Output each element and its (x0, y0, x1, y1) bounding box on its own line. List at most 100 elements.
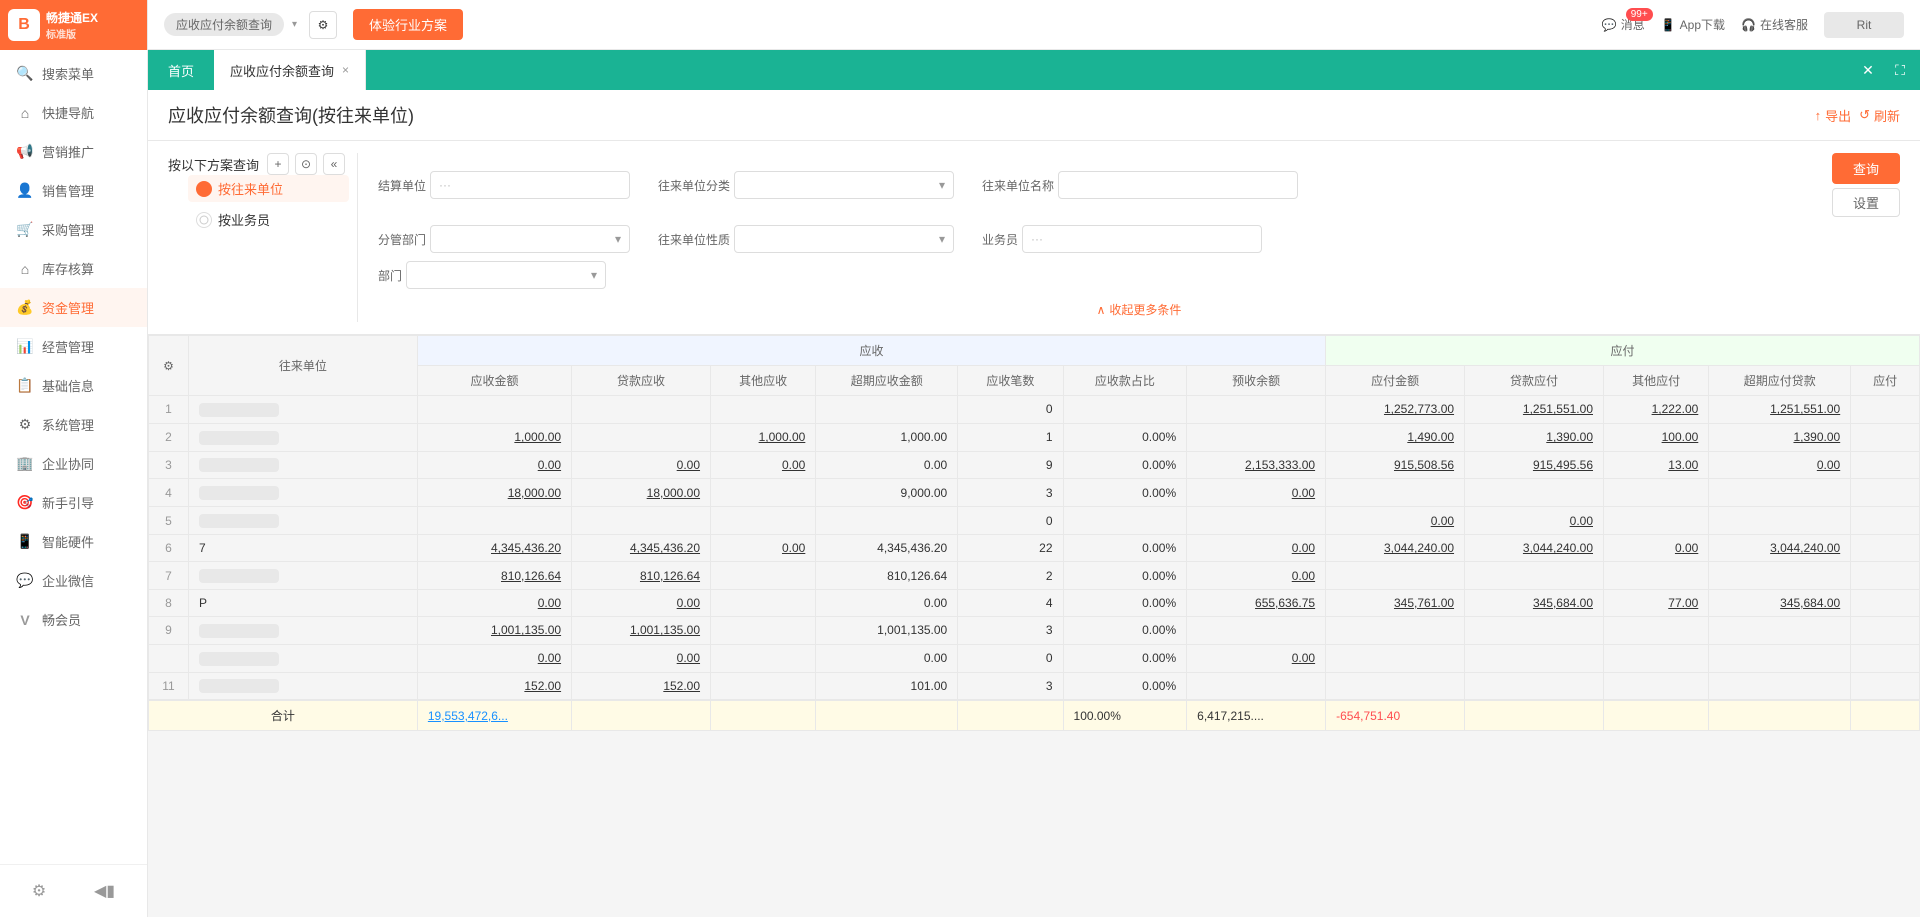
sidebar-item-marketing[interactable]: 📢 营销推广 (0, 132, 147, 171)
row-ar-loan[interactable]: 0.00 (572, 451, 711, 479)
app-download-button[interactable]: 📱 App下载 (1661, 16, 1725, 33)
sidebar-item-guide[interactable]: 🎯 新手引导 (0, 483, 147, 522)
dept-input[interactable]: ▾ (406, 261, 606, 289)
row-ap-amount[interactable] (1326, 616, 1465, 644)
row-ap-overdue[interactable] (1709, 562, 1851, 590)
total-ar-amount[interactable]: 19,553,472,6... (417, 700, 571, 731)
row-advance-balance[interactable]: 2,153,333.00 (1187, 451, 1326, 479)
row-ar-other[interactable] (711, 672, 816, 700)
row-ap-loan[interactable]: 1,251,551.00 (1465, 396, 1604, 424)
row-ar-amount[interactable]: 0.00 (417, 589, 571, 616)
row-ar-loan[interactable]: 0.00 (572, 644, 711, 672)
row-ar-other[interactable] (711, 589, 816, 616)
row-ap-overdue[interactable] (1709, 507, 1851, 535)
row-ar-other[interactable] (711, 396, 816, 424)
row-advance-balance[interactable] (1187, 396, 1326, 424)
row-ar-loan[interactable] (572, 423, 711, 451)
row-ap-other[interactable] (1604, 616, 1709, 644)
row-ar-loan[interactable] (572, 396, 711, 424)
row-advance-balance[interactable]: 655,636.75 (1187, 589, 1326, 616)
row-ap-amount[interactable]: 1,490.00 (1326, 423, 1465, 451)
row-ar-other[interactable] (711, 507, 816, 535)
row-ap-other[interactable] (1604, 672, 1709, 700)
sidebar-item-member[interactable]: V 畅会员 (0, 600, 147, 639)
filter-collapse-btn[interactable]: « (323, 153, 345, 175)
row-ap-other[interactable] (1604, 562, 1709, 590)
row-ar-other[interactable] (711, 479, 816, 507)
row-ar-amount[interactable] (417, 507, 571, 535)
row-ar-amount[interactable]: 152.00 (417, 672, 571, 700)
set-button[interactable]: 设置 (1832, 188, 1900, 217)
row-ap-other[interactable] (1604, 479, 1709, 507)
row-ap-amount[interactable]: 345,761.00 (1326, 589, 1465, 616)
partner-category-input[interactable]: ▾ (734, 171, 954, 199)
row-ar-other[interactable] (711, 616, 816, 644)
row-ar-amount[interactable]: 4,345,436.20 (417, 535, 571, 562)
row-advance-balance[interactable]: 0.00 (1187, 562, 1326, 590)
tab-maximize-btn[interactable]: ⛶ (1888, 58, 1912, 82)
row-ar-loan[interactable]: 1,001,135.00 (572, 616, 711, 644)
row-advance-balance[interactable] (1187, 616, 1326, 644)
filter-option-by-partner[interactable]: 按往来单位 (188, 175, 349, 202)
tab-close-btn[interactable]: × (342, 63, 349, 77)
row-advance-balance[interactable]: 0.00 (1187, 535, 1326, 562)
sidebar-item-operations[interactable]: 📊 经营管理 (0, 327, 147, 366)
tab-home[interactable]: 首页 (148, 50, 214, 90)
col-settings[interactable]: ⚙ (149, 336, 189, 396)
row-ap-overdue[interactable]: 1,251,551.00 (1709, 396, 1851, 424)
tab-close-window-btn[interactable]: ✕ (1856, 58, 1880, 82)
partner-name-input[interactable] (1058, 171, 1298, 199)
breadcrumb-chevron[interactable]: ▾ (292, 19, 297, 30)
settlement-unit-input[interactable]: ··· (430, 171, 630, 199)
row-ap-loan[interactable] (1465, 562, 1604, 590)
row-ar-other[interactable]: 1,000.00 (711, 423, 816, 451)
row-ap-overdue[interactable] (1709, 479, 1851, 507)
row-ap-other[interactable]: 1,222.00 (1604, 396, 1709, 424)
row-ap-loan[interactable]: 3,044,240.00 (1465, 535, 1604, 562)
row-ap-overdue[interactable] (1709, 644, 1851, 672)
row-ap-other[interactable]: 100.00 (1604, 423, 1709, 451)
row-ap-overdue[interactable]: 3,044,240.00 (1709, 535, 1851, 562)
row-ar-amount[interactable]: 1,000.00 (417, 423, 571, 451)
sidebar-item-quick-nav[interactable]: ⌂ 快捷导航 (0, 93, 147, 132)
row-ap-amount[interactable]: 915,508.56 (1326, 451, 1465, 479)
row-ap-overdue[interactable]: 345,684.00 (1709, 589, 1851, 616)
row-ap-loan[interactable] (1465, 616, 1604, 644)
sidebar-item-enterprise[interactable]: 🏢 企业协同 (0, 444, 147, 483)
filter-add-btn[interactable]: + (267, 153, 289, 175)
salesperson-input[interactable]: ··· (1022, 225, 1262, 253)
promo-button[interactable]: 体验行业方案 (353, 9, 463, 40)
row-ar-other[interactable]: 0.00 (711, 451, 816, 479)
sidebar-item-wechat[interactable]: 💬 企业微信 (0, 561, 147, 600)
table-settings-icon[interactable]: ⚙ (163, 359, 174, 373)
row-advance-balance[interactable] (1187, 507, 1326, 535)
sidebar-item-search-menu[interactable]: 🔍 搜索菜单 (0, 54, 147, 93)
row-ap-loan[interactable]: 345,684.00 (1465, 589, 1604, 616)
row-ar-loan[interactable]: 4,345,436.20 (572, 535, 711, 562)
filter-option-by-staff[interactable]: 按业务员 (188, 206, 349, 233)
row-ar-loan[interactable]: 0.00 (572, 589, 711, 616)
sidebar-item-sales[interactable]: 👤 销售管理 (0, 171, 147, 210)
online-service-button[interactable]: 🎧 在线客服 (1741, 16, 1808, 33)
row-ap-loan[interactable] (1465, 479, 1604, 507)
row-ap-other[interactable]: 13.00 (1604, 451, 1709, 479)
query-button[interactable]: 查询 (1832, 153, 1900, 184)
row-ar-other[interactable] (711, 562, 816, 590)
row-advance-balance[interactable]: 0.00 (1187, 479, 1326, 507)
sidebar-item-system[interactable]: ⚙ 系统管理 (0, 405, 147, 444)
tab-current[interactable]: 应收应付余额查询 × (214, 50, 366, 90)
row-ap-loan[interactable]: 1,390.00 (1465, 423, 1604, 451)
row-ap-other[interactable] (1604, 644, 1709, 672)
notification-button[interactable]: 💬 消息 99+ (1602, 16, 1645, 33)
row-ap-loan[interactable] (1465, 644, 1604, 672)
collapse-more-btn[interactable]: ∧ 收起更多条件 (1093, 297, 1186, 322)
row-ap-other[interactable]: 77.00 (1604, 589, 1709, 616)
row-ap-other[interactable]: 0.00 (1604, 535, 1709, 562)
row-ap-amount[interactable] (1326, 644, 1465, 672)
sidebar-item-basic-info[interactable]: 📋 基础信息 (0, 366, 147, 405)
row-ap-loan[interactable] (1465, 672, 1604, 700)
row-advance-balance[interactable]: 0.00 (1187, 644, 1326, 672)
row-ap-amount[interactable] (1326, 672, 1465, 700)
row-ap-amount[interactable]: 1,252,773.00 (1326, 396, 1465, 424)
row-ar-amount[interactable]: 0.00 (417, 451, 571, 479)
